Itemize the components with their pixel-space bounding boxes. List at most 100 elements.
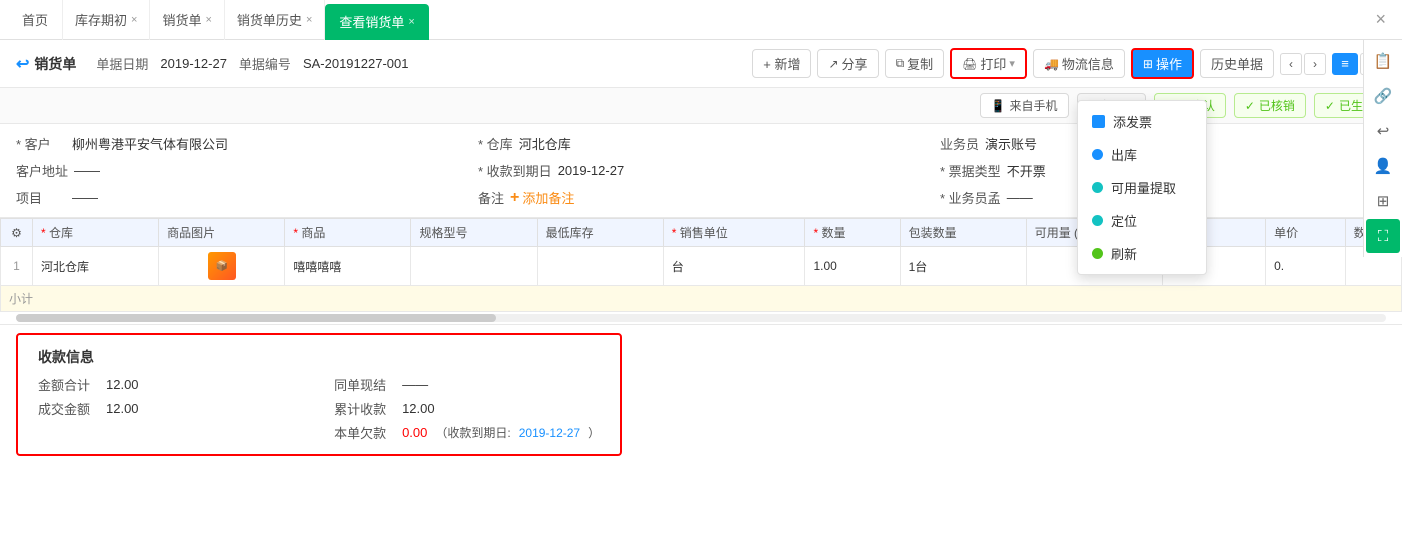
warehouse-label: * 仓库 <box>478 134 513 153</box>
same-order-value: —— <box>402 377 428 392</box>
logistics-button[interactable]: 🚚 物流信息 <box>1033 49 1125 78</box>
address-label: 客户地址 <box>16 161 68 180</box>
voided-btn[interactable]: ✓ 已核销 <box>1234 93 1306 118</box>
total-label: 金额合计 <box>38 375 98 394</box>
right-btn-expand[interactable]: ⛶ <box>1366 219 1400 253</box>
operation-button[interactable]: ⊞ 操作 <box>1131 48 1194 79</box>
customer-field: * 客户 柳州粤港平安气体有限公司 <box>16 134 462 153</box>
locate-item[interactable]: 定位 <box>1078 204 1206 237</box>
col-product: * 商品 <box>285 219 411 247</box>
same-order-label: 同单现结 <box>334 375 394 394</box>
tab-close-inventory[interactable]: × <box>131 14 137 26</box>
view-list-button[interactable]: ≡ <box>1332 53 1358 75</box>
add-note-button[interactable]: + 添加备注 <box>510 188 574 207</box>
project-value: —— <box>72 190 98 205</box>
col-min-stock: 最低库存 <box>537 219 663 247</box>
due-amount: 本单欠款 0.00 （收款到期日: 2019-12-27 ） <box>334 423 600 442</box>
doc-date-label: 单据日期 <box>96 54 148 73</box>
note-label: 备注 <box>478 188 504 207</box>
due-date-label: * 收款到期日 <box>478 161 552 180</box>
copy-button[interactable]: ⧉ 复制 <box>885 49 945 78</box>
project-field: 项目 —— <box>16 188 462 207</box>
right-toolbar: 📋 🔗 ↩ 👤 ⊞ ⛶ <box>1363 40 1402 257</box>
row-package-qty: 1台 <box>900 247 1026 286</box>
row-image: 📦 <box>159 247 285 286</box>
table-scrollbar[interactable] <box>16 314 1386 322</box>
doc-title: ↩ 销货单 <box>16 54 76 74</box>
tab-inventory-init[interactable]: 库存期初 × <box>63 0 150 40</box>
refresh-icon <box>1092 248 1103 259</box>
outbound-icon <box>1092 149 1103 160</box>
window-close-button[interactable]: × <box>1375 9 1386 30</box>
refresh-item[interactable]: 刷新 <box>1078 237 1206 270</box>
right-btn-copy[interactable]: 📋 <box>1366 44 1400 78</box>
row-qty: 1.00 <box>805 247 900 286</box>
customer-label: * 客户 <box>16 134 66 153</box>
nav-next[interactable]: › <box>1304 53 1326 75</box>
subtotal-row: 小计 <box>1 286 1402 312</box>
add-invoice-item[interactable]: 添发票 <box>1078 105 1206 138</box>
tab-sales-history[interactable]: 销货单历史 × <box>225 0 325 40</box>
due-value: 0.00 <box>402 425 427 440</box>
col-package-qty: 包装数量 <box>900 219 1026 247</box>
available-qty-item[interactable]: 可用量提取 <box>1078 171 1206 204</box>
from-mobile-btn[interactable]: 📱 来自手机 <box>980 93 1069 118</box>
row-warehouse: 河北仓库 <box>33 247 159 286</box>
cumulative-label: 累计收款 <box>334 399 394 418</box>
col-unit: * 销售单位 <box>663 219 805 247</box>
tab-view-sales[interactable]: 查看销货单 × <box>325 4 428 40</box>
employee2-label: * 业务员孟 <box>940 188 1001 207</box>
share-button[interactable]: ↗ 分享 <box>817 49 878 78</box>
ticket-value: 不开票 <box>1007 161 1046 180</box>
doc-icon: ↩ <box>16 54 29 74</box>
right-btn-undo[interactable]: ↩ <box>1366 114 1400 148</box>
payment-title: 收款信息 <box>38 347 600 367</box>
tab-home[interactable]: 首页 <box>8 0 63 40</box>
col-settings[interactable]: ⚙ <box>1 219 33 247</box>
col-spec: 规格型号 <box>411 219 537 247</box>
right-btn-link[interactable]: 🔗 <box>1366 79 1400 113</box>
row-min-stock <box>537 247 663 286</box>
due-label: 本单欠款 <box>334 423 394 442</box>
total-value: 12.00 <box>106 377 139 392</box>
same-order: 同单现结 —— <box>334 375 600 394</box>
right-btn-user[interactable]: 👤 <box>1366 149 1400 183</box>
tab-bar: 首页 库存期初 × 销货单 × 销货单历史 × 查看销货单 × × <box>0 0 1402 40</box>
address-field: 客户地址 —— <box>16 161 462 180</box>
add-invoice-icon <box>1092 115 1105 128</box>
col-warehouse: * 仓库 <box>33 219 159 247</box>
warehouse-value: 河北仓库 <box>519 134 571 153</box>
customer-value: 柳州粤港平安气体有限公司 <box>72 134 228 153</box>
total-amount: 金额合计 12.00 <box>38 375 304 394</box>
outbound-item[interactable]: 出库 <box>1078 138 1206 171</box>
operation-dropdown: 添发票 出库 可用量提取 定位 刷新 <box>1077 100 1207 275</box>
doc-number-value: SA-20191227-001 <box>303 56 409 71</box>
print-button[interactable]: 🖨 打印 ▾ <box>950 48 1027 79</box>
due-note-text: （收款到期日: <box>435 424 510 441</box>
warehouse-field: * 仓库 河北仓库 <box>478 134 924 153</box>
new-button[interactable]: + 新增 <box>752 49 811 78</box>
subtotal-label: 小计 <box>1 286 1402 312</box>
right-btn-grid[interactable]: ⊞ <box>1366 184 1400 218</box>
due-note-end: ） <box>588 424 600 441</box>
tab-sales-order[interactable]: 销货单 × <box>150 0 224 40</box>
col-price: 单价 <box>1266 219 1346 247</box>
tab-close-view[interactable]: × <box>408 16 414 28</box>
ticket-label: * 票据类型 <box>940 161 1001 180</box>
col-image: 商品图片 <box>159 219 285 247</box>
due-date-value: 2019-12-27 <box>558 163 625 178</box>
locate-icon <box>1092 215 1103 226</box>
doc-header: ↩ 销货单 单据日期 2019-12-27 单据编号 SA-20191227-0… <box>0 40 1402 88</box>
history-button[interactable]: 历史单据 <box>1200 49 1274 78</box>
due-date-field: * 收款到期日 2019-12-27 <box>478 161 924 180</box>
nav-prev[interactable]: ‹ <box>1280 53 1302 75</box>
row-num: 1 <box>1 247 33 286</box>
available-qty-icon <box>1092 182 1103 193</box>
tab-close-history[interactable]: × <box>306 14 312 26</box>
due-date-text: 2019-12-27 <box>519 426 580 440</box>
tab-close-sales[interactable]: × <box>205 14 211 26</box>
employee-label: 业务员 <box>940 134 979 153</box>
project-label: 项目 <box>16 188 66 207</box>
deal-label: 成交金额 <box>38 399 98 418</box>
row-product: 嘻嘻嘻嘻 <box>285 247 411 286</box>
